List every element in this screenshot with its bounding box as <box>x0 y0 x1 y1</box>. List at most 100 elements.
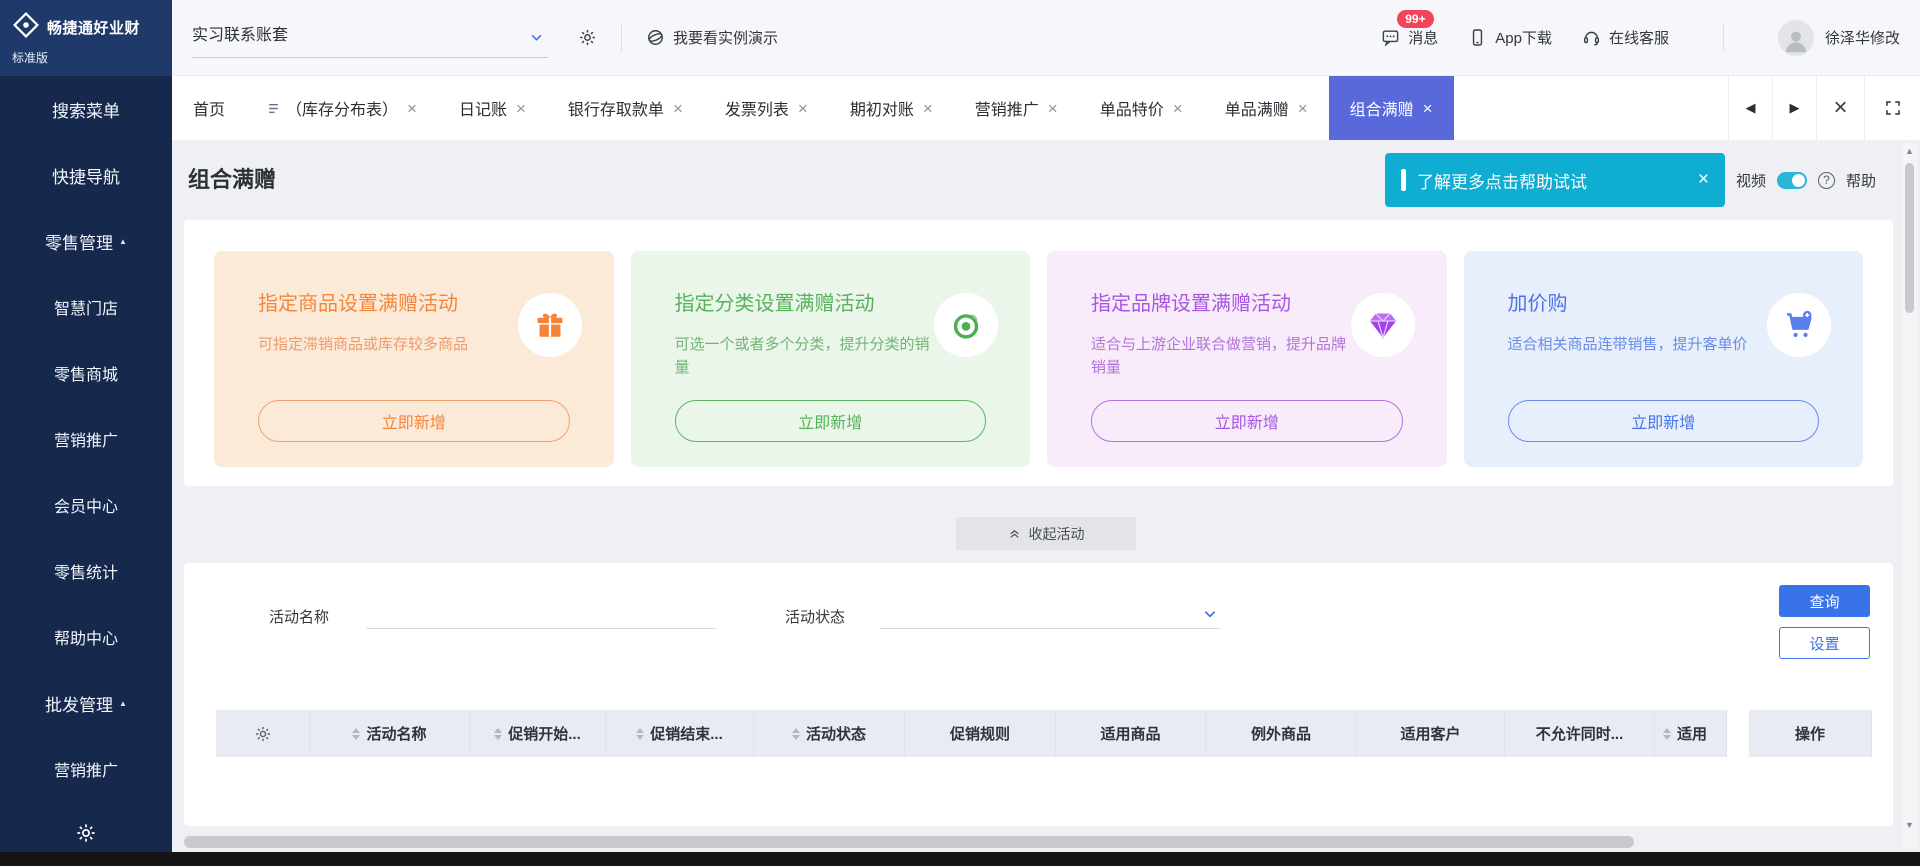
sidebar-item-帮助中心[interactable]: 帮助中心 ▲ <box>0 604 172 670</box>
horizontal-scrollbar[interactable] <box>184 836 1893 848</box>
topbar-right: 99+ 消息 App下载 在线客服 徐泽华修改 <box>1381 10 1900 56</box>
tab-label: （库存分布表） <box>286 102 399 119</box>
scroll-up-arrow-icon[interactable]: ▲ <box>1902 143 1917 159</box>
column-header-活动状态[interactable]: 活动状态 <box>754 710 905 757</box>
tab-银行存取款单[interactable]: 银行存取款单 × <box>547 76 704 140</box>
sidebar-item-会员中心[interactable]: 会员中心 ▲ <box>0 472 172 538</box>
tab-单品满赠[interactable]: 单品满赠 × <box>1204 76 1329 140</box>
chevron-up-icon: ▲ <box>119 698 127 708</box>
tab-close-icon[interactable]: × <box>1048 100 1058 117</box>
help-label[interactable]: 帮助 <box>1846 170 1876 191</box>
column-header-促销开始...[interactable]: 促销开始... <box>470 710 606 757</box>
column-header-适用客户[interactable]: 适用客户 <box>1357 710 1505 757</box>
horizontal-scrollbar-thumb[interactable] <box>184 836 1634 848</box>
scroll-down-arrow-icon[interactable]: ▼ <box>1902 817 1917 833</box>
tab-scroll-right-button[interactable]: ▶ <box>1772 76 1816 140</box>
tab-首页[interactable]: 首页 × <box>172 76 246 140</box>
column-header-适用[interactable]: 适用 <box>1655 710 1727 757</box>
tab-close-icon[interactable]: × <box>516 100 526 117</box>
activity-name-label: 活动名称 <box>269 609 330 626</box>
promo-card: 指定品牌设置满赠活动 适合与上游企业联合做营销，提升品牌销量 立即新增 <box>1047 251 1447 467</box>
settings-button[interactable]: 设置 <box>1779 627 1870 659</box>
sidebar-item-零售管理[interactable]: 零售管理 ▲ <box>0 208 172 274</box>
tab-close-icon[interactable]: × <box>1423 100 1433 117</box>
sort-icon[interactable] <box>352 727 361 740</box>
query-button[interactable]: 查询 <box>1779 585 1870 617</box>
tab-日记账[interactable]: 日记账 × <box>438 76 547 140</box>
tab-scroll-left-button[interactable]: ◀ <box>1728 76 1772 140</box>
messages-button[interactable]: 99+ 消息 <box>1381 10 1438 48</box>
topbar-divider <box>621 23 622 52</box>
column-label: 适用 <box>1677 726 1708 743</box>
tab-期初对账[interactable]: 期初对账 × <box>829 76 954 140</box>
promo-card-icon <box>517 293 582 357</box>
column-header-适用商品[interactable]: 适用商品 <box>1056 710 1206 757</box>
column-header-促销结束...[interactable]: 促销结束... <box>606 710 754 757</box>
add-now-button[interactable]: 立即新增 <box>258 400 570 442</box>
user-menu[interactable]: 徐泽华修改 <box>1777 19 1900 56</box>
logo-subtitle: 标准版 <box>12 51 49 65</box>
account-set-select[interactable]: 实习联系账套 <box>192 17 548 58</box>
activity-status-select[interactable] <box>880 599 1220 629</box>
logo-block[interactable]: 畅捷通好业财 标准版 <box>0 0 172 76</box>
sort-icon[interactable] <box>791 727 800 740</box>
sidebar-item-label: 搜索菜单 <box>52 101 120 121</box>
sidebar-item-营销推广[interactable]: 营销推广 ▲ <box>0 406 172 472</box>
add-now-button[interactable]: 立即新增 <box>674 400 986 442</box>
app-download-button[interactable]: App下载 <box>1468 27 1552 48</box>
sidebar-item-label: 零售商城 <box>53 367 118 384</box>
sort-icon[interactable] <box>636 727 645 740</box>
diamond-icon <box>1369 313 1396 340</box>
activity-name-input[interactable] <box>366 599 716 629</box>
tab-单品特价[interactable]: 单品特价 × <box>1079 76 1204 140</box>
demo-link-label: 我要看实例演示 <box>673 30 779 47</box>
tab-（库存分布表）[interactable]: （库存分布表） × <box>246 76 438 140</box>
promo-card: 指定商品设置满赠活动 可指定滞销商品或库存较多商品 立即新增 <box>214 251 614 467</box>
tab-close-icon[interactable]: × <box>923 100 933 117</box>
sidebar-item-营销推广[interactable]: 营销推广 ▲ <box>0 736 172 802</box>
sidebar-item-label: 会员中心 <box>53 499 118 516</box>
help-tooltip: 了解更多点击帮助试试 × <box>1384 153 1725 207</box>
tab-发票列表[interactable]: 发票列表 × <box>704 76 829 140</box>
demo-link[interactable]: 我要看实例演示 <box>646 27 778 48</box>
column-header-例外商品[interactable]: 例外商品 <box>1206 710 1357 757</box>
add-now-button[interactable]: 立即新增 <box>1091 400 1403 442</box>
column-header-gear[interactable] <box>216 710 310 757</box>
tab-close-icon[interactable]: × <box>1173 100 1183 117</box>
video-toggle[interactable] <box>1776 171 1807 189</box>
column-settings-gear-icon <box>255 726 270 741</box>
tab-营销推广[interactable]: 营销推广 × <box>954 76 1079 140</box>
tooltip-close-icon[interactable]: × <box>1698 169 1709 191</box>
sidebar-item-搜索菜单[interactable]: 搜索菜单 ▲ <box>0 76 172 142</box>
headset-icon <box>1582 28 1601 47</box>
close-all-tabs-button[interactable]: × <box>1816 76 1864 140</box>
fullscreen-button[interactable] <box>1864 76 1920 140</box>
help-question-icon[interactable]: ? <box>1817 171 1835 189</box>
column-header-不允许同时...[interactable]: 不允许同时... <box>1505 710 1655 757</box>
sort-icon[interactable] <box>494 727 503 740</box>
promo-card-icon <box>1767 293 1831 357</box>
tab-close-icon[interactable]: × <box>1298 100 1308 117</box>
sidebar-item-零售商城[interactable]: 零售商城 ▲ <box>0 340 172 406</box>
sidebar-item-零售统计[interactable]: 零售统计 ▲ <box>0 538 172 604</box>
column-header-活动名称[interactable]: 活动名称 <box>310 710 470 757</box>
sort-icon[interactable] <box>1663 727 1671 740</box>
vertical-scrollbar[interactable]: ▲ ▼ <box>1902 143 1917 847</box>
app-window: 畅捷通好业财 标准版 搜索菜单 ▲ 快捷导航 ▲ 零售管理 ▲ 智慧门店 ▲ 零… <box>0 0 1920 866</box>
add-now-button[interactable]: 立即新增 <box>1507 400 1819 442</box>
column-label: 促销规则 <box>949 726 1010 743</box>
tab-close-icon[interactable]: × <box>798 100 808 117</box>
online-service-button[interactable]: 在线客服 <box>1582 27 1669 48</box>
sidebar-item-智慧门店[interactable]: 智慧门店 ▲ <box>0 274 172 340</box>
sidebar-item-批发管理[interactable]: 批发管理 ▲ <box>0 670 172 736</box>
tab-close-icon[interactable]: × <box>673 100 683 117</box>
tab-close-icon[interactable]: × <box>407 100 417 117</box>
tab-组合满赠[interactable]: 组合满赠 × <box>1328 76 1454 140</box>
account-settings-gear-icon[interactable] <box>578 28 597 47</box>
sidebar-item-快捷导航[interactable]: 快捷导航 ▲ <box>0 142 172 208</box>
sidebar-settings-button[interactable] <box>0 822 172 844</box>
collapse-activities-button[interactable]: 收起活动 <box>956 517 1136 550</box>
column-header-促销规则[interactable]: 促销规则 <box>905 710 1056 757</box>
column-header-操作[interactable]: 操作 <box>1749 710 1872 757</box>
vertical-scrollbar-thumb[interactable] <box>1905 163 1914 313</box>
